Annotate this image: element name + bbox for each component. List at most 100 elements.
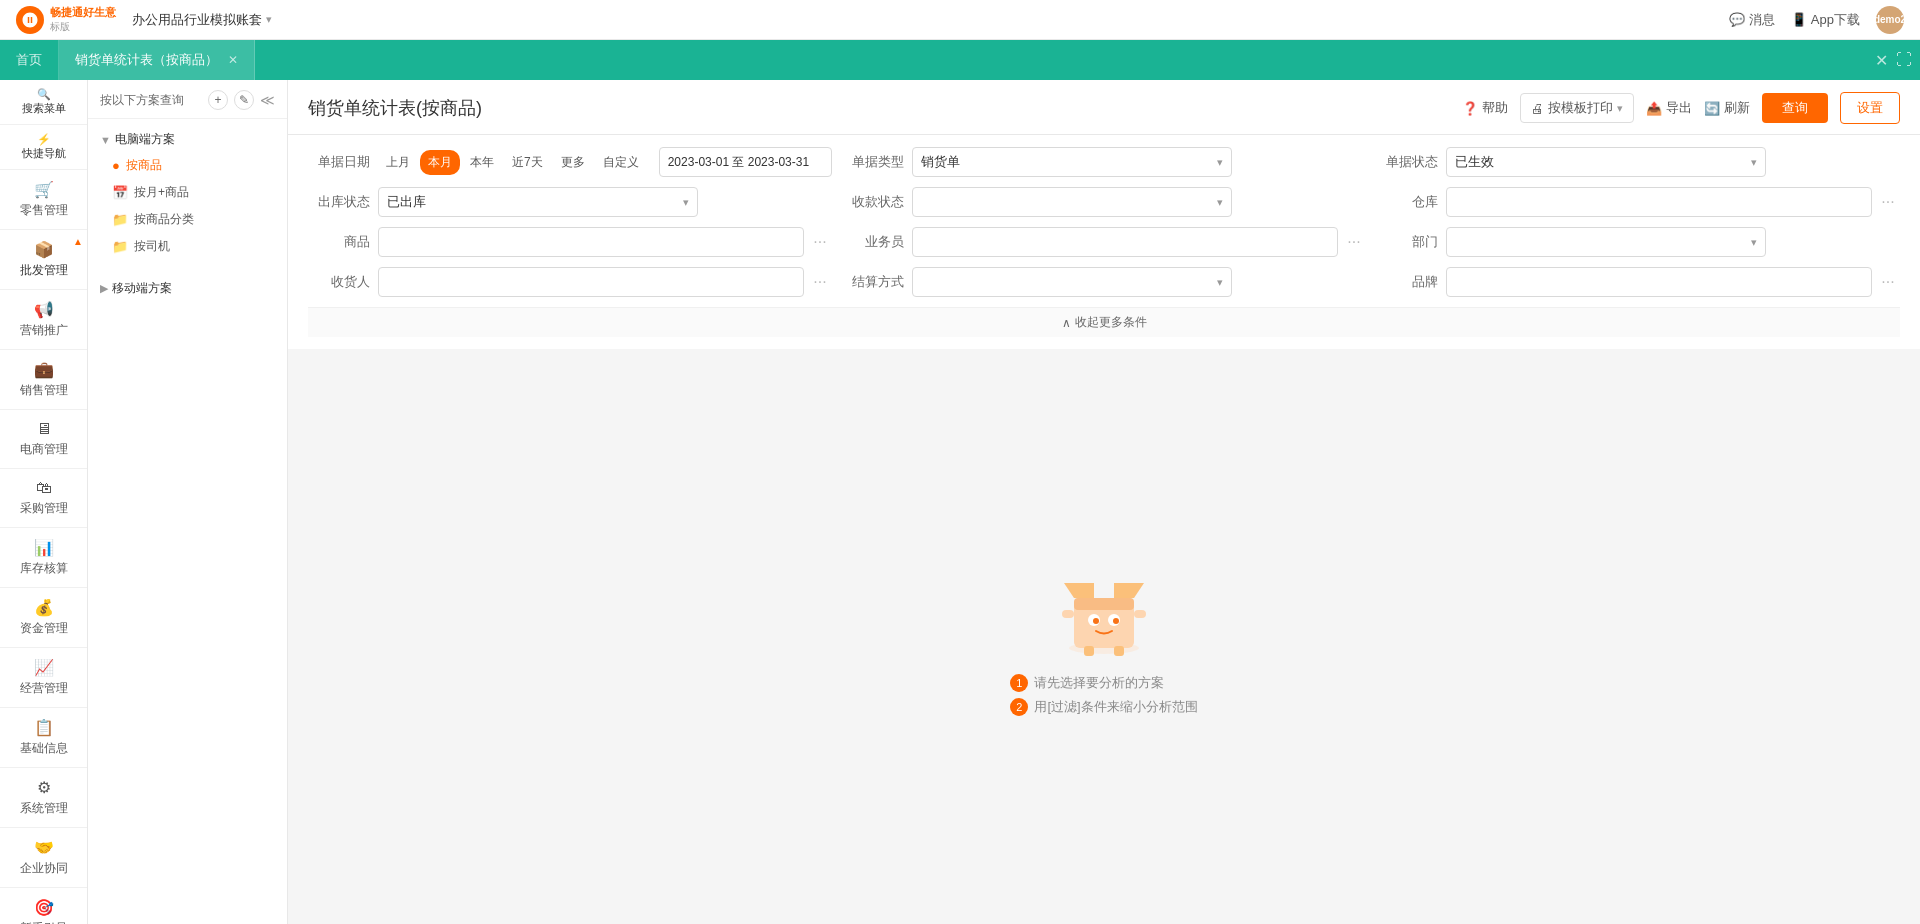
doc-status-select[interactable]: 已生效 ▾ xyxy=(1446,147,1766,177)
right-panel: 销货单统计表(按商品) ❓ 帮助 🖨 按模板打印 ▾ 📤 xyxy=(288,80,1920,924)
date-btn-last-month[interactable]: 上月 xyxy=(378,150,418,175)
sidebar-item-ecomm[interactable]: 🖥 电商管理 xyxy=(0,410,87,469)
date-btn-last7[interactable]: 近7天 xyxy=(504,150,551,175)
date-btn-custom[interactable]: 自定义 xyxy=(595,150,647,175)
query-button[interactable]: 查询 xyxy=(1762,93,1828,123)
app-download-button[interactable]: 📱 App下载 xyxy=(1791,11,1860,29)
date-shortcuts: 上月 本月 本年 近7天 更多 自定义 xyxy=(378,150,647,175)
collect-status-select-inner[interactable]: ▾ xyxy=(912,187,1232,217)
add-scheme-button[interactable]: + xyxy=(208,90,228,110)
sidebar-quicknav[interactable]: ⚡ 快捷导航 xyxy=(0,125,87,170)
receiver-input-group: ··· xyxy=(378,267,832,297)
tab-close-window-icon[interactable]: ✕ xyxy=(1875,51,1888,70)
receiver-dots-button[interactable]: ··· xyxy=(808,273,832,291)
product-dots-button[interactable]: ··· xyxy=(808,233,832,251)
scheme-group-mobile[interactable]: ▶ 移动端方案 xyxy=(88,276,287,301)
svg-rect-7 xyxy=(1084,646,1094,656)
workspace-selector[interactable]: 办公用品行业模拟账套 ▾ xyxy=(124,7,280,33)
receiver-label: 收货人 xyxy=(308,273,378,291)
doc-type-select-inner[interactable]: 销货单 ▾ xyxy=(912,147,1232,177)
sidebar-item-purchase[interactable]: 🛍 采购管理 xyxy=(0,469,87,528)
sidebar-item-retail[interactable]: 🛒 零售管理 xyxy=(0,170,87,230)
page-title: 销货单统计表(按商品) xyxy=(308,96,482,120)
doc-status-select-inner[interactable]: 已生效 ▾ xyxy=(1446,147,1766,177)
out-status-select-inner[interactable]: 已出库 ▾ xyxy=(378,187,698,217)
dept-select[interactable]: ▾ xyxy=(1446,227,1766,257)
scheme-item-by-product[interactable]: ● 按商品 xyxy=(88,152,287,179)
sidebar-item-finance[interactable]: 💰 资金管理 xyxy=(0,588,87,648)
sidebar-item-system[interactable]: ⚙ 系统管理 xyxy=(0,768,87,828)
brand-dots-button[interactable]: ··· xyxy=(1876,273,1900,291)
salesperson-input[interactable] xyxy=(912,227,1338,257)
sidebar-item-marketing[interactable]: 📢 营销推广 xyxy=(0,290,87,350)
filter-item-dept: 部门 ▾ xyxy=(1376,227,1900,257)
filter-section: 单据日期 上月 本月 本年 近7天 更多 自定义 2023- xyxy=(288,135,1920,349)
scheme-item-by-category[interactable]: 📁 按商品分类 xyxy=(88,206,287,233)
sidebar-search[interactable]: 🔍 搜索菜单 xyxy=(0,80,87,125)
date-btn-more[interactable]: 更多 xyxy=(553,150,593,175)
edit-scheme-button[interactable]: ✎ xyxy=(234,90,254,110)
tab-close-icon[interactable]: ✕ xyxy=(228,53,238,67)
collapse-panel-button[interactable]: ≪ xyxy=(260,92,275,108)
product-input[interactable] xyxy=(378,227,804,257)
warehouse-label: 仓库 xyxy=(1376,193,1446,211)
settle-select-inner[interactable]: ▾ xyxy=(912,267,1232,297)
dept-select-inner[interactable]: ▾ xyxy=(1446,227,1766,257)
help-button[interactable]: ❓ 帮助 xyxy=(1462,99,1508,117)
warehouse-input[interactable] xyxy=(1446,187,1872,217)
sidebar-item-sales-mgmt[interactable]: 💼 销售管理 xyxy=(0,350,87,410)
avatar[interactable]: demo2 xyxy=(1876,6,1904,34)
brand-input[interactable] xyxy=(1446,267,1872,297)
doc-type-select[interactable]: 销货单 ▾ xyxy=(912,147,1232,177)
export-label: 导出 xyxy=(1666,99,1692,117)
template-print-button[interactable]: 🖨 按模板打印 ▾ xyxy=(1520,93,1634,123)
settings-button[interactable]: 设置 xyxy=(1840,92,1900,124)
out-status-select[interactable]: 已出库 ▾ xyxy=(378,187,698,217)
empty-illustration xyxy=(1044,558,1164,658)
export-button[interactable]: 📤 导出 xyxy=(1646,99,1692,117)
mobile-section-label: 移动端方案 xyxy=(112,280,172,297)
filter-item-brand: 品牌 ··· xyxy=(1376,267,1900,297)
wholesale-icon: 📦 xyxy=(34,240,54,259)
add-icon: + xyxy=(214,93,221,107)
collect-status-select[interactable]: ▾ xyxy=(912,187,1232,217)
collapse-filters-button[interactable]: ∧ 收起更多条件 xyxy=(308,307,1900,337)
wholesale-label: 批发管理 xyxy=(20,262,68,279)
warehouse-dots-button[interactable]: ··· xyxy=(1876,193,1900,211)
filter-item-product: 商品 ··· xyxy=(308,227,832,257)
sidebar-item-inventory[interactable]: 📊 库存核算 xyxy=(0,528,87,588)
scheme-item-by-month-product[interactable]: 📅 按月+商品 xyxy=(88,179,287,206)
tab-sales-stat-label: 销货单统计表（按商品） xyxy=(75,51,218,69)
messages-button[interactable]: 💬 消息 xyxy=(1729,11,1775,29)
date-range-input[interactable]: 2023-03-01 至 2023-03-31 xyxy=(659,147,832,177)
filter-row-2: 出库状态 已出库 ▾ 收款状态 ▾ xyxy=(308,187,1900,217)
date-btn-this-year[interactable]: 本年 xyxy=(462,150,502,175)
scheme-item-by-cashier[interactable]: 📁 按司机 xyxy=(88,233,287,260)
template-print-label: 按模板打印 xyxy=(1548,99,1613,117)
sidebar-item-basic[interactable]: 📋 基础信息 xyxy=(0,708,87,768)
out-status-chevron-icon: ▾ xyxy=(683,196,689,209)
sidebar-item-wholesale[interactable]: 📦 批发管理 ▲ xyxy=(0,230,87,290)
tabbar: 首页 销货单统计表（按商品） ✕ ✕ ⛶ xyxy=(0,40,1920,80)
sales-mgmt-label: 销售管理 xyxy=(20,382,68,399)
by-cashier-label: 按司机 xyxy=(134,238,170,255)
tab-maximize-icon[interactable]: ⛶ xyxy=(1896,51,1912,69)
basic-label: 基础信息 xyxy=(20,740,68,757)
settle-select[interactable]: ▾ xyxy=(912,267,1232,297)
receiver-input[interactable] xyxy=(378,267,804,297)
date-btn-this-month[interactable]: 本月 xyxy=(420,150,460,175)
left-panel: 按以下方案查询 + ✎ ≪ ▼ 电脑端方案 xyxy=(88,80,288,924)
tab-sales-stat[interactable]: 销货单统计表（按商品） ✕ xyxy=(59,40,255,80)
refresh-button[interactable]: 🔄 刷新 xyxy=(1704,99,1750,117)
user-name: demo2 xyxy=(1876,14,1904,25)
by-category-icon: 📁 xyxy=(112,212,128,227)
salesperson-dots-button[interactable]: ··· xyxy=(1342,233,1366,251)
download-icon: 📱 xyxy=(1791,12,1807,27)
scheme-group-desktop[interactable]: ▼ 电脑端方案 xyxy=(88,127,287,152)
sidebar-item-newbie[interactable]: 🎯 新手引导 xyxy=(0,888,87,924)
sidebar-item-corp-coop[interactable]: 🤝 企业协同 xyxy=(0,828,87,888)
topbar-left: 畅捷通好生意 标版 办公用品行业模拟账套 ▾ xyxy=(16,5,280,34)
tab-home[interactable]: 首页 xyxy=(0,40,59,80)
tip-text-1: 请先选择要分析的方案 xyxy=(1034,674,1164,692)
sidebar-item-operation[interactable]: 📈 经营管理 xyxy=(0,648,87,708)
